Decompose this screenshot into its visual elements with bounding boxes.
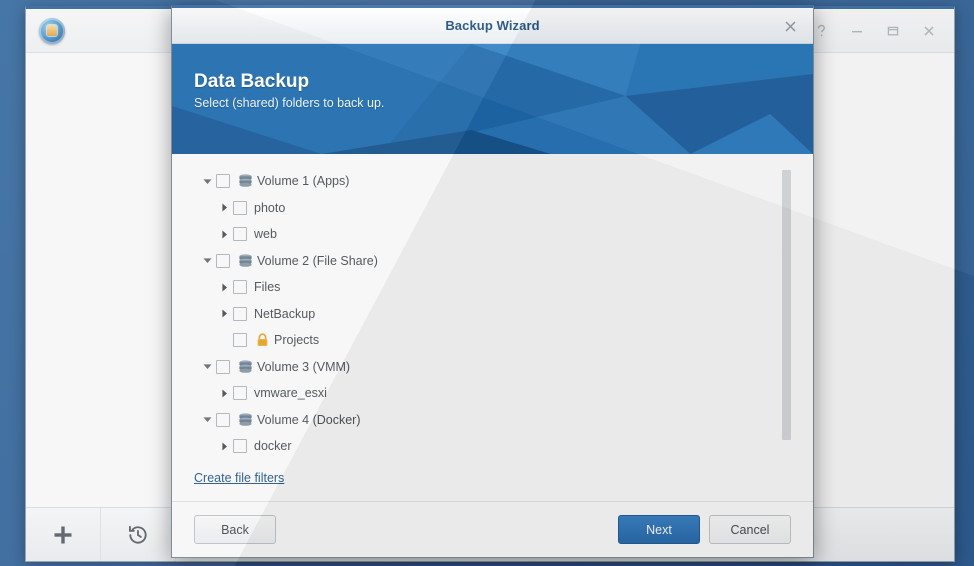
chevron-right-icon[interactable] [215, 278, 233, 296]
tree-row[interactable]: photo [194, 195, 791, 222]
tree-row[interactable]: vmware_esxi [194, 380, 791, 407]
add-button[interactable] [26, 508, 101, 561]
cancel-button[interactable]: Cancel [709, 515, 791, 544]
banner-title: Data Backup [194, 71, 310, 92]
desktop-background: Backup Wizard Data Backup Select (shared… [0, 0, 974, 566]
tree-row-label: Volume 4 (Docker) [257, 412, 361, 427]
back-button[interactable]: Back [194, 515, 276, 544]
backup-wizard-dialog: Backup Wizard Data Backup Select (shared… [171, 5, 814, 558]
dialog-title: Backup Wizard [445, 18, 540, 33]
tree-checkbox[interactable] [233, 306, 247, 321]
tree-checkbox[interactable] [216, 174, 230, 189]
tree-row[interactable]: Volume 4 (Docker) [194, 407, 791, 434]
plus-icon [52, 524, 74, 546]
tree-row[interactable]: Volume 2 (File Share) [194, 248, 791, 275]
tree-checkbox[interactable] [233, 439, 247, 454]
dialog-titlebar: Backup Wizard [172, 8, 813, 44]
banner-text-block: Data Backup Select (shared) folders to b… [194, 70, 384, 110]
tree-checkbox[interactable] [216, 412, 230, 427]
tree-row-label: photo [254, 200, 286, 215]
volume-icon [237, 253, 254, 269]
tree-scrollbar-thumb[interactable] [782, 170, 791, 440]
restore-history-button[interactable] [101, 508, 176, 561]
banner-subtitle: Select (shared) folders to back up. [194, 95, 385, 110]
chevron-down-icon[interactable] [198, 172, 216, 190]
dialog-footer: Back Next Cancel [172, 501, 813, 557]
close-button[interactable] [912, 16, 946, 46]
dialog-content: Volume 1 (Apps) photo web Volume 2 (File Sh… [172, 154, 813, 557]
chevron-down-icon[interactable] [198, 358, 216, 376]
file-filters-row: Create file filters [172, 463, 813, 501]
tree-row[interactable]: Files [194, 274, 791, 301]
tree-row-label: Files [254, 280, 281, 295]
tree-checkbox[interactable] [233, 280, 247, 295]
tree-checkbox[interactable] [233, 227, 247, 242]
tree-row-label: Volume 3 (VMM) [257, 359, 351, 374]
tree-row[interactable]: Projects [194, 327, 791, 354]
chevron-down-icon[interactable] [198, 252, 216, 270]
tree-checkbox[interactable] [233, 386, 247, 401]
app-globe-icon [39, 18, 65, 44]
tree-checkbox[interactable] [233, 200, 247, 215]
chevron-right-icon[interactable] [215, 384, 233, 402]
tree-row-label: docker [254, 439, 292, 454]
folder-tree-scroll-area: Volume 1 (Apps) photo web Volume 2 (File Sh… [194, 164, 791, 463]
tree-checkbox[interactable] [233, 333, 247, 348]
dialog-banner: Data Backup Select (shared) folders to b… [172, 44, 813, 154]
clock-restore-icon [127, 524, 149, 546]
volume-icon [237, 173, 254, 189]
lock-icon [254, 332, 271, 348]
maximize-button[interactable] [876, 16, 910, 46]
minimize-button[interactable] [840, 16, 874, 46]
chevron-right-icon[interactable] [215, 199, 233, 217]
background-window-controls [804, 9, 946, 53]
tree-row-label: Projects [274, 333, 320, 348]
tree-row-label: NetBackup [254, 306, 316, 321]
tree-row[interactable]: docker [194, 433, 791, 460]
tree-row-label: vmware_esxi [254, 386, 327, 401]
chevron-right-icon[interactable] [215, 225, 233, 243]
folder-tree: Volume 1 (Apps) photo web Volume 2 (File Sh… [194, 164, 791, 463]
tree-row[interactable]: Volume 5 [194, 460, 791, 464]
tree-checkbox[interactable] [216, 253, 230, 268]
tree-row[interactable]: Volume 1 (Apps) [194, 168, 791, 195]
tree-row[interactable]: Volume 3 (VMM) [194, 354, 791, 381]
tree-scrollbar[interactable] [782, 168, 791, 459]
tree-row[interactable]: NetBackup [194, 301, 791, 328]
create-file-filters-link[interactable]: Create file filters [194, 471, 284, 485]
next-button[interactable]: Next [618, 515, 700, 544]
volume-icon [237, 412, 254, 428]
chevron-right-icon[interactable] [215, 305, 233, 323]
volume-icon [237, 359, 254, 375]
close-icon[interactable] [777, 14, 803, 38]
tree-row[interactable]: web [194, 221, 791, 248]
chevron-down-icon[interactable] [198, 411, 216, 429]
tree-row-label: web [254, 227, 277, 242]
tree-checkbox[interactable] [216, 359, 230, 374]
chevron-right-icon[interactable] [215, 437, 233, 455]
tree-row-label: Volume 1 (Apps) [257, 174, 350, 189]
tree-row-label: Volume 2 (File Share) [257, 253, 378, 268]
